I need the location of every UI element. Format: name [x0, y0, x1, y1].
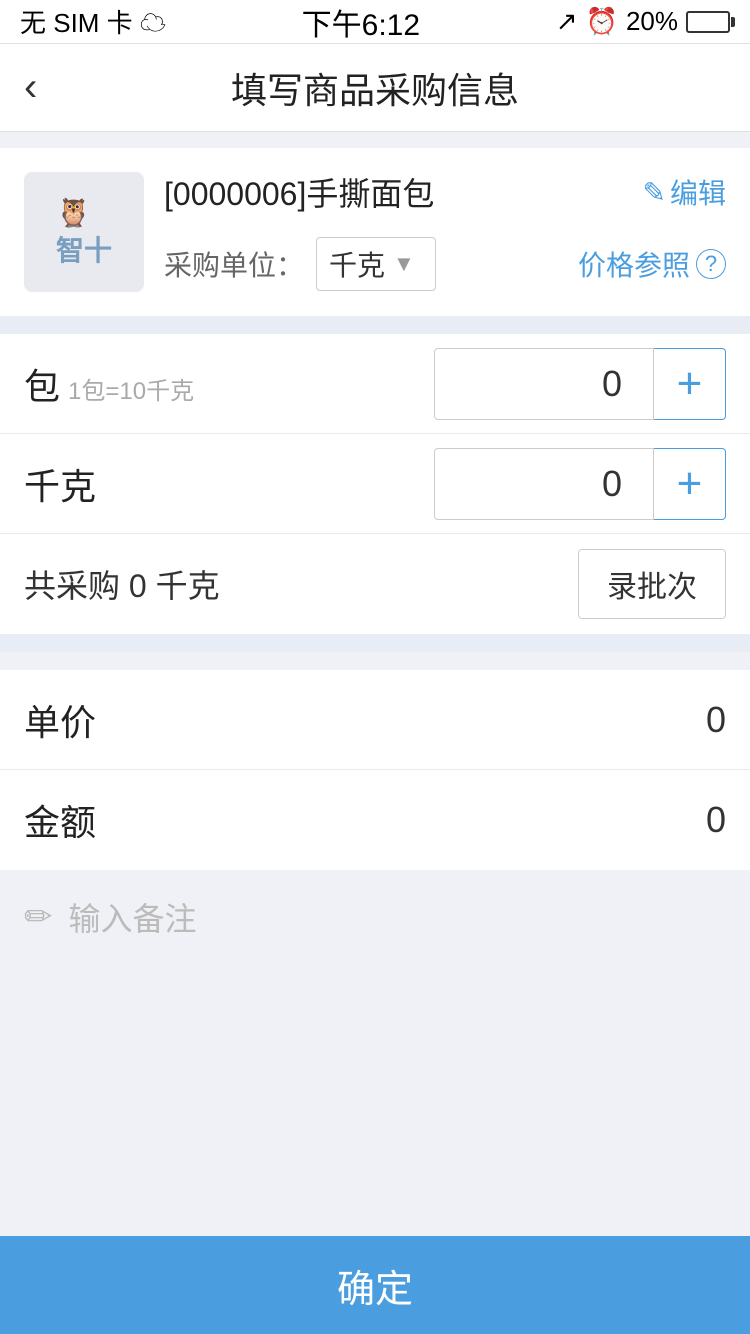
unit-price-value: 0	[706, 699, 726, 741]
confirm-button[interactable]: 确定	[0, 1236, 750, 1334]
signal-text: 无 SIM 卡 ☁	[20, 3, 166, 40]
edit-icon: ✎	[643, 176, 666, 209]
kg-plus-button[interactable]: +	[654, 448, 726, 520]
section-divider-2	[0, 634, 750, 652]
product-name-row: [0000006]手撕面包 ✎ 编辑	[164, 172, 726, 217]
unit-select[interactable]: 千克 ▼	[316, 237, 436, 291]
unit-price-row: 单价 0	[0, 670, 750, 770]
price-ref-icon: ?	[696, 249, 726, 279]
summary-row: 共采购 0 千克 录批次	[0, 534, 750, 634]
status-bar: 无 SIM 卡 ☁ 下午6:12 ↗ ⏰ 20%	[0, 0, 750, 44]
batch-button[interactable]: 录批次	[578, 549, 726, 619]
product-logo: 🦉智十	[56, 196, 112, 269]
amount-value: 0	[706, 799, 726, 841]
bag-plus-button[interactable]: +	[654, 348, 726, 420]
product-name: [0000006]手撕面包	[164, 172, 434, 217]
bag-row: 包1包=10千克 +	[0, 334, 750, 434]
page-title: 填写商品采购信息	[231, 62, 519, 114]
summary-unit: 千克	[156, 568, 220, 604]
bag-sub: 1包=10千克	[68, 378, 194, 405]
unit-arrow: ▼	[393, 251, 415, 277]
remark-section[interactable]: ✏ 输入备注	[0, 870, 750, 964]
product-thumbnail: 🦉智十	[24, 172, 144, 292]
status-time: 下午6:12	[302, 0, 420, 44]
amount-label: 金额	[24, 794, 96, 846]
back-button[interactable]: ‹	[24, 65, 37, 110]
amount-row: 金额 0	[0, 770, 750, 870]
battery-percent: 20%	[626, 6, 678, 37]
nav-bar: ‹ 填写商品采购信息	[0, 44, 750, 132]
bag-input[interactable]	[434, 348, 654, 420]
edit-button[interactable]: ✎ 编辑	[643, 172, 726, 212]
kg-row: 千克 +	[0, 434, 750, 534]
kg-label: 千克	[24, 458, 434, 510]
price-ref-label: 价格参照	[578, 244, 690, 284]
battery-icon	[686, 11, 730, 33]
alarm-icon: ⏰	[586, 6, 618, 37]
summary-amount: 0	[129, 568, 147, 604]
price-section: 单价 0 金额 0	[0, 670, 750, 870]
kg-input[interactable]	[434, 448, 654, 520]
purchase-unit-label: 采购单位：	[164, 244, 304, 284]
bag-controls: +	[434, 348, 726, 420]
location-icon: ↗	[556, 6, 578, 37]
section-divider-1	[0, 316, 750, 334]
input-section: 包1包=10千克 + 千克 +	[0, 334, 750, 534]
status-left: 无 SIM 卡 ☁	[20, 3, 166, 40]
product-info: [0000006]手撕面包 ✎ 编辑 采购单位： 千克 ▼ 价格参照 ?	[164, 172, 726, 291]
status-right: ↗ ⏰ 20%	[556, 6, 730, 37]
kg-controls: +	[434, 448, 726, 520]
purchase-unit-row: 采购单位： 千克 ▼ 价格参照 ?	[164, 237, 726, 291]
price-ref-button[interactable]: 价格参照 ?	[578, 244, 726, 284]
unit-price-label: 单价	[24, 694, 96, 746]
summary-text: 共采购 0 千克	[24, 561, 220, 607]
product-card: 🦉智十 [0000006]手撕面包 ✎ 编辑 采购单位： 千克 ▼ 价格参照 ?	[0, 148, 750, 316]
unit-value: 千克	[329, 244, 385, 284]
remark-placeholder: 输入备注	[69, 894, 197, 940]
edit-label: 编辑	[670, 172, 726, 212]
pencil-icon: ✏	[24, 897, 53, 937]
bag-label: 包1包=10千克	[24, 358, 434, 410]
